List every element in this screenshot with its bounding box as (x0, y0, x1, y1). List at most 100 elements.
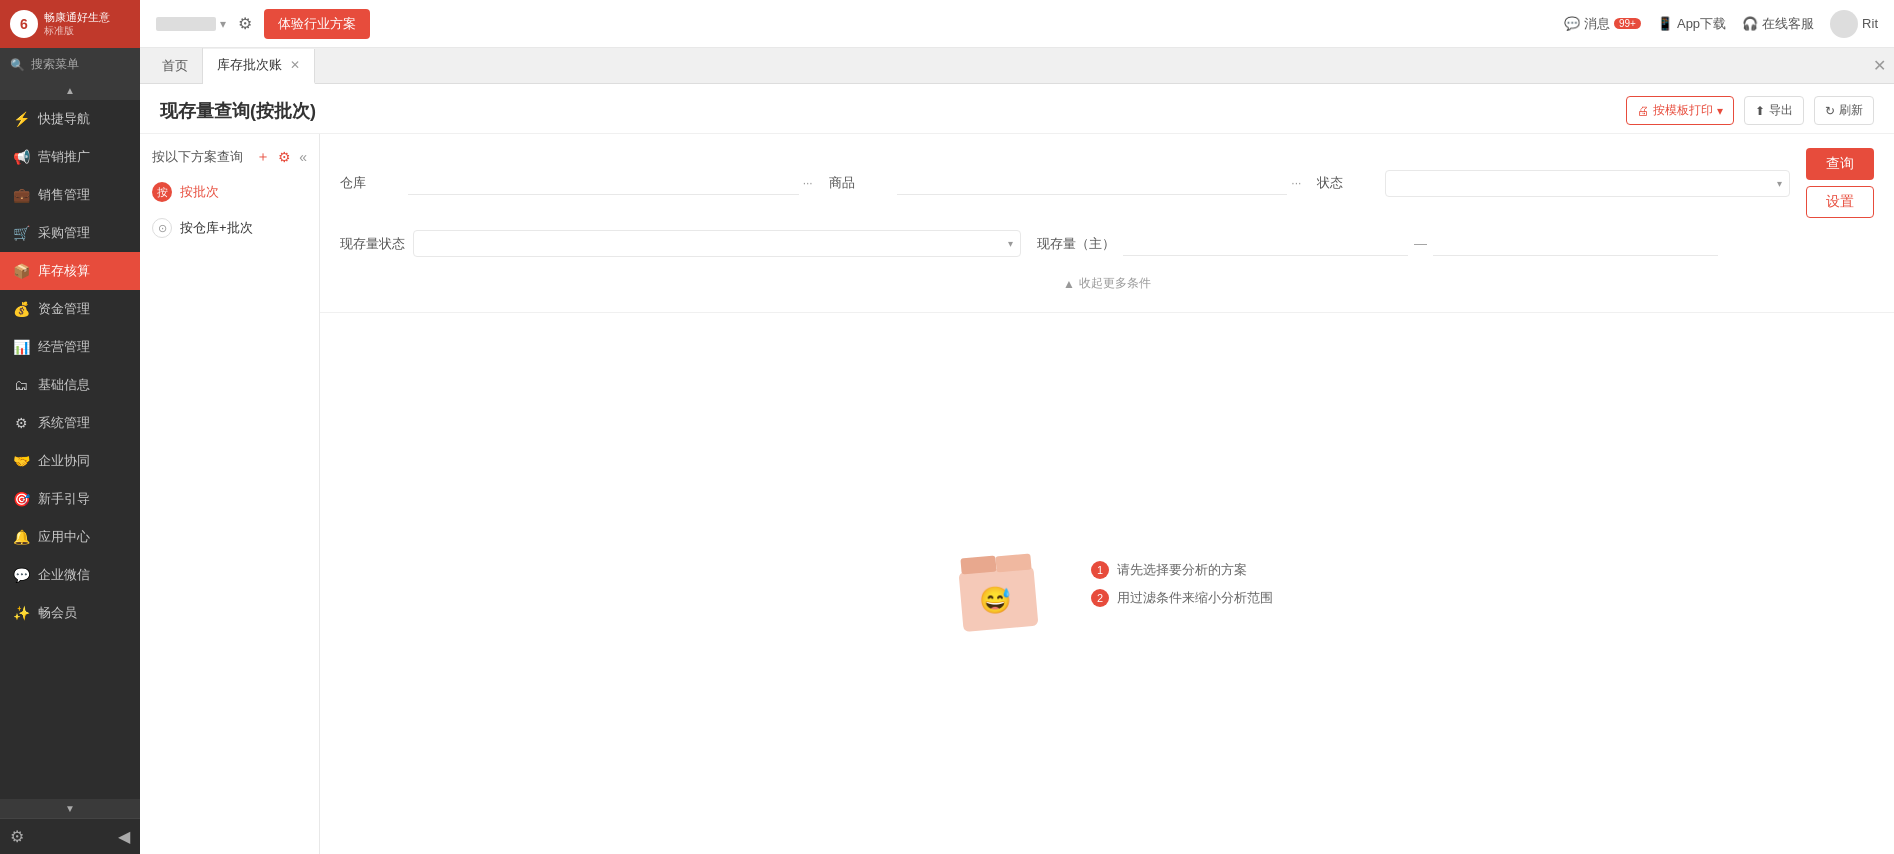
schema-label-by-batch: 按批次 (180, 183, 219, 201)
scroll-up-btn[interactable]: ▲ (0, 81, 140, 100)
topbar-right: 💬 消息 99+ 📱 App下载 🎧 在线客服 Rit (1564, 10, 1878, 38)
quick-nav-icon: ⚡ (12, 110, 30, 128)
inventory-status-label: 现存量状态 (340, 235, 405, 253)
quantity-filter-label: 现存量（主） (1037, 235, 1115, 253)
tab-home[interactable]: 首页 (148, 48, 203, 83)
user-profile-btn[interactable]: Rit (1830, 10, 1878, 38)
scroll-down-btn[interactable]: ▼ (0, 799, 140, 818)
sidebar-item-operations[interactable]: 📊 经营管理 (0, 328, 140, 366)
left-panel-title: 按以下方案查询 (152, 148, 243, 166)
empty-tips: 1 请先选择要分析的方案 2 用过滤条件来缩小分析范围 (1091, 561, 1273, 607)
page-body: 按以下方案查询 ＋ ⚙ « 按 按批次 ⊙ 按仓库+批次 (140, 134, 1894, 854)
schema-item-by-warehouse-batch[interactable]: ⊙ 按仓库+批次 (140, 210, 319, 246)
product-more-icon[interactable]: ··· (1291, 176, 1301, 190)
sidebar-item-system[interactable]: ⚙ 系统管理 (0, 404, 140, 442)
query-btn[interactable]: 查询 (1806, 148, 1874, 180)
enterprise-icon: 🤝 (12, 452, 30, 470)
breadcrumb: ▾ (156, 17, 226, 31)
tab-close-icon[interactable]: ✕ (290, 58, 300, 72)
trial-industry-btn[interactable]: 体验行业方案 (264, 9, 370, 39)
add-schema-icon[interactable]: ＋ (256, 148, 270, 166)
quantity-max-input[interactable] (1433, 232, 1718, 256)
warehouse-filter-label: 仓库 (340, 174, 400, 192)
collapse-left-panel-icon[interactable]: « (299, 149, 307, 165)
schema-active-icon: 按 (152, 182, 172, 202)
schema-label-by-warehouse-batch: 按仓库+批次 (180, 219, 253, 237)
online-service-btn[interactable]: 🎧 在线客服 (1742, 15, 1814, 33)
sidebar-item-label: 基础信息 (38, 376, 90, 394)
collapse-more-btn[interactable]: ▲ 收起更多条件 (340, 269, 1874, 298)
message-icon: 💬 (1564, 16, 1580, 31)
company-name: 畅康通好生意 (44, 10, 110, 24)
sidebar: 6 畅康通好生意 标准版 🔍 搜索菜单 ▲ ⚡ 快捷导航 📢 营销推广 💼 销售… (0, 0, 140, 854)
export-icon: ⬆ (1755, 104, 1765, 118)
sidebar-header: 6 畅康通好生意 标准版 (0, 0, 140, 48)
tab-home-label: 首页 (162, 57, 188, 75)
finance-icon: 💰 (12, 300, 30, 318)
quantity-min-input[interactable] (1123, 232, 1408, 256)
filter-group-inventory-status: 现存量状态 ▾ (340, 230, 1021, 257)
breadcrumb-path (156, 17, 216, 31)
svg-text:😅: 😅 (979, 584, 1012, 616)
empty-svg: 😅 (941, 524, 1061, 644)
filter-group-status: 状态 ▾ (1317, 170, 1790, 197)
filter-row-2: 现存量状态 ▾ 现存量（主） (340, 230, 1874, 257)
left-panel-header: 按以下方案查询 ＋ ⚙ « (140, 144, 319, 174)
empty-tip-2-text: 用过滤条件来缩小分析范围 (1117, 589, 1273, 607)
messages-label: 消息 (1584, 15, 1610, 33)
status-filter-label: 状态 (1317, 174, 1377, 192)
main-area: ▾ ⚙ 体验行业方案 💬 消息 99+ 📱 App下载 🎧 在线客服 Rit (140, 0, 1894, 854)
empty-illustration: 😅 (941, 524, 1061, 644)
app-download-btn[interactable]: 📱 App下载 (1657, 15, 1726, 33)
messages-btn[interactable]: 💬 消息 99+ (1564, 15, 1641, 33)
warehouse-input[interactable] (408, 171, 799, 195)
sidebar-item-marketing[interactable]: 📢 营销推广 (0, 138, 140, 176)
sidebar-item-sales[interactable]: 💼 销售管理 (0, 176, 140, 214)
search-label: 搜索菜单 (31, 56, 79, 73)
empty-tip-1-text: 请先选择要分析的方案 (1117, 561, 1247, 579)
warehouse-more-icon[interactable]: ··· (803, 176, 813, 190)
sidebar-item-inventory[interactable]: 📦 库存核算 (0, 252, 140, 290)
filter-settings-btn[interactable]: 设置 (1806, 186, 1874, 218)
sidebar-item-basics[interactable]: 🗂 基础信息 (0, 366, 140, 404)
close-all-tabs-icon[interactable]: ✕ (1873, 56, 1886, 75)
topbar: ▾ ⚙ 体验行业方案 💬 消息 99+ 📱 App下载 🎧 在线客服 Rit (140, 0, 1894, 48)
newbie-icon: 🎯 (12, 490, 30, 508)
quantity-dash: — (1414, 236, 1427, 251)
print-icon: 🖨 (1637, 104, 1649, 118)
sidebar-item-label: 采购管理 (38, 224, 90, 242)
sidebar-item-purchase[interactable]: 🛒 采购管理 (0, 214, 140, 252)
inventory-status-select[interactable] (413, 230, 1021, 257)
print-template-btn[interactable]: 🖨 按模板打印 ▾ (1626, 96, 1734, 125)
inventory-status-select-wrap: ▾ (413, 230, 1021, 257)
app-info: 畅康通好生意 标准版 (44, 10, 110, 38)
refresh-icon: ↻ (1825, 104, 1835, 118)
status-select-wrap: ▾ (1385, 170, 1790, 197)
sidebar-item-members[interactable]: ✨ 畅会员 (0, 594, 140, 632)
sidebar-item-label: 资金管理 (38, 300, 90, 318)
app-logo: 6 (10, 10, 38, 38)
export-btn[interactable]: ⬆ 导出 (1744, 96, 1804, 125)
status-select[interactable] (1385, 170, 1790, 197)
sidebar-nav: ⚡ 快捷导航 📢 营销推广 💼 销售管理 🛒 采购管理 📦 库存核算 💰 资金管… (0, 100, 140, 799)
schema-item-by-batch[interactable]: 按 按批次 (140, 174, 319, 210)
sidebar-search[interactable]: 🔍 搜索菜单 (0, 48, 140, 81)
tip-num-2: 2 (1091, 589, 1109, 607)
sidebar-item-label: 企业微信 (38, 566, 90, 584)
sidebar-item-wechat[interactable]: 💬 企业微信 (0, 556, 140, 594)
tab-inventory-batch-label: 库存批次账 (217, 56, 282, 74)
product-input[interactable] (897, 171, 1288, 195)
user-avatar (1830, 10, 1858, 38)
collapse-sidebar-icon[interactable]: ◀ (118, 827, 130, 846)
topbar-gear-icon[interactable]: ⚙ (238, 14, 252, 33)
sidebar-item-quick-nav[interactable]: ⚡ 快捷导航 (0, 100, 140, 138)
sidebar-item-enterprise[interactable]: 🤝 企业协同 (0, 442, 140, 480)
sidebar-item-appstore[interactable]: 🔔 应用中心 (0, 518, 140, 556)
tab-inventory-batch[interactable]: 库存批次账 ✕ (203, 49, 315, 84)
sidebar-item-finance[interactable]: 💰 资金管理 (0, 290, 140, 328)
empty-tip-2: 2 用过滤条件来缩小分析范围 (1091, 589, 1273, 607)
settings-icon[interactable]: ⚙ (10, 827, 24, 846)
refresh-btn[interactable]: ↻ 刷新 (1814, 96, 1874, 125)
sidebar-item-newbie[interactable]: 🎯 新手引导 (0, 480, 140, 518)
schema-settings-icon[interactable]: ⚙ (278, 149, 291, 165)
